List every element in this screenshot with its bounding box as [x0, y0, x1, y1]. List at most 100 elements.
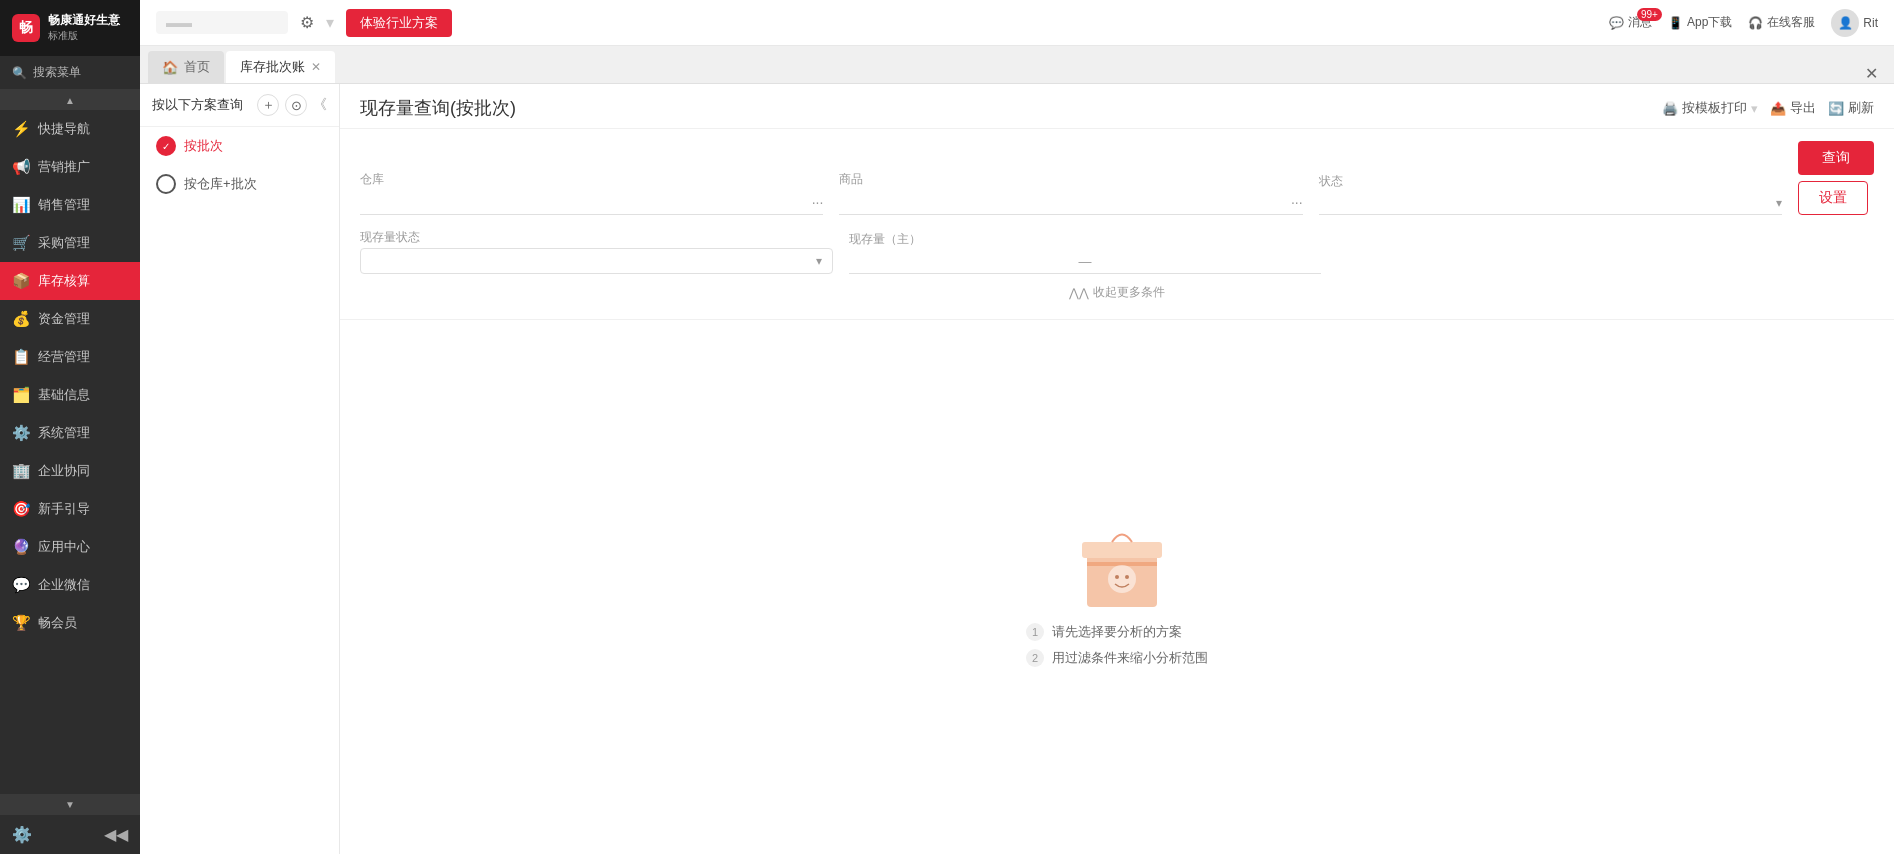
tip-text-1: 请先选择要分析的方案 — [1052, 623, 1182, 641]
purchase-icon: 🛒 — [12, 234, 30, 252]
sidebar-item-sales[interactable]: 📊 销售管理 — [0, 186, 140, 224]
status-select[interactable]: ▾ — [1319, 192, 1782, 215]
refresh-btn[interactable]: 🔄 刷新 — [1828, 99, 1874, 117]
app-download-btn[interactable]: 📱 App下载 — [1668, 14, 1732, 31]
topbar-gear-icon[interactable]: ⚙ — [300, 13, 314, 32]
product-more-icon[interactable]: ··· — [1291, 194, 1303, 210]
trial-btn[interactable]: 体验行业方案 — [346, 9, 452, 37]
scheme-add-btn[interactable]: ＋ — [257, 94, 279, 116]
sidebar-search[interactable]: 🔍 搜索菜单 — [0, 56, 140, 90]
stock-status-select[interactable]: ▾ — [360, 248, 833, 274]
empty-tip-1: 1 请先选择要分析的方案 — [1026, 623, 1208, 641]
sidebar-scroll-down[interactable]: ▼ — [0, 794, 140, 814]
scheme-item-batch-icon: ✓ — [156, 136, 176, 156]
sidebar-header: 畅 畅康通好生意 标准版 — [0, 0, 140, 56]
collapse-conditions[interactable]: ⋀⋀ 收起更多条件 — [360, 278, 1874, 307]
sidebar-item-appstore[interactable]: 🔮 应用中心 — [0, 528, 140, 566]
page-actions: 🖨️ 按模板打印 ▾ 📤 导出 🔄 刷新 — [1662, 99, 1874, 117]
tab-close-icon[interactable]: ✕ — [311, 60, 321, 74]
sidebar-item-label-system: 系统管理 — [38, 424, 90, 442]
stock-qty-from[interactable] — [849, 254, 1071, 269]
print-btn[interactable]: 🖨️ 按模板打印 ▾ — [1662, 99, 1758, 117]
sidebar-item-label-purchase: 采购管理 — [38, 234, 90, 252]
message-btn[interactable]: 💬 消息 99+ — [1609, 14, 1652, 31]
tab-panel-close-icon[interactable]: ✕ — [1857, 64, 1886, 83]
warehouse-input[interactable] — [360, 195, 808, 210]
scheme-item-warehouse-batch[interactable]: 按仓库+批次 — [140, 165, 339, 203]
settings-btn[interactable]: 设置 — [1798, 181, 1868, 215]
system-icon: ⚙️ — [12, 424, 30, 442]
topbar-search-input[interactable] — [198, 16, 278, 30]
sidebar-item-system[interactable]: ⚙️ 系统管理 — [0, 414, 140, 452]
search-icon: 🔍 — [12, 66, 27, 80]
warehouse-filter: 仓库 ··· — [360, 171, 823, 215]
tab-home-label: 首页 — [184, 58, 210, 76]
newbie-icon: 🎯 — [12, 500, 30, 518]
username: Rit — [1863, 16, 1878, 30]
sidebar-item-operations[interactable]: 📋 经营管理 — [0, 338, 140, 376]
topbar-actions: 💬 消息 99+ 📱 App下载 🎧 在线客服 👤 Rit — [1609, 9, 1878, 37]
sidebar-item-inventory[interactable]: 📦 库存核算 — [0, 262, 140, 300]
stock-qty-to[interactable] — [1100, 254, 1322, 269]
sidebar-item-wechat[interactable]: 💬 企业微信 — [0, 566, 140, 604]
action-buttons: 查询 设置 — [1798, 141, 1874, 215]
sidebar-item-newbie[interactable]: 🎯 新手引导 — [0, 490, 140, 528]
stock-qty-range: — — [849, 250, 1322, 274]
tip-text-2: 用过滤条件来缩小分析范围 — [1052, 649, 1208, 667]
collapse-up-icon: ⋀⋀ — [1069, 286, 1089, 300]
sidebar-item-enterprise[interactable]: 🏢 企业协同 — [0, 452, 140, 490]
quick-nav-icon: ⚡ — [12, 120, 30, 138]
empty-state: 1 请先选择要分析的方案 2 用过滤条件来缩小分析范围 — [340, 320, 1894, 854]
sidebar-item-purchase[interactable]: 🛒 采购管理 — [0, 224, 140, 262]
empty-tips: 1 请先选择要分析的方案 2 用过滤条件来缩小分析范围 — [1026, 623, 1208, 667]
export-btn[interactable]: 📤 导出 — [1770, 99, 1816, 117]
online-service-btn[interactable]: 🎧 在线客服 — [1748, 14, 1815, 31]
collapse-sidebar-icon[interactable]: ◀◀ — [104, 825, 128, 844]
sidebar-item-label-enterprise: 企业协同 — [38, 462, 90, 480]
sidebar-item-label-wechat: 企业微信 — [38, 576, 90, 594]
user-info[interactable]: 👤 Rit — [1831, 9, 1878, 37]
warehouse-more-icon[interactable]: ··· — [812, 194, 824, 210]
tab-batch-account[interactable]: 库存批次账 ✕ — [226, 51, 335, 83]
sidebar-item-marketing[interactable]: 📢 营销推广 — [0, 148, 140, 186]
scheme-collapse-icon[interactable]: 《 — [313, 96, 327, 114]
sidebar-item-quick-nav[interactable]: ⚡ 快捷导航 — [0, 110, 140, 148]
sidebar-item-label-sales: 销售管理 — [38, 196, 90, 214]
collapse-label: 收起更多条件 — [1093, 284, 1165, 301]
message-icon: 💬 — [1609, 16, 1624, 30]
finance-icon: 💰 — [12, 310, 30, 328]
print-arrow-icon[interactable]: ▾ — [1751, 101, 1758, 116]
inventory-icon: 📦 — [12, 272, 30, 290]
page-title: 现存量查询(按批次) — [360, 96, 516, 120]
product-input[interactable] — [839, 195, 1287, 210]
app-download-label: App下载 — [1687, 14, 1732, 31]
svg-point-3 — [1108, 565, 1136, 593]
enterprise-icon: 🏢 — [12, 462, 30, 480]
scheme-item-batch[interactable]: ✓ 按批次 — [140, 127, 339, 165]
sidebar-item-label-newbie: 新手引导 — [38, 500, 90, 518]
sidebar-item-label-inventory: 库存核算 — [38, 272, 90, 290]
dropdown-arrow-icon[interactable]: ▾ — [326, 13, 334, 32]
sales-icon: 📊 — [12, 196, 30, 214]
stock-status-filter: 现存量状态 ▾ — [360, 229, 833, 274]
right-content: 现存量查询(按批次) 🖨️ 按模板打印 ▾ 📤 导出 🔄 刷新 — [340, 84, 1894, 854]
sidebar-item-member[interactable]: 🏆 畅会员 — [0, 604, 140, 642]
sidebar-item-label-quick-nav: 快捷导航 — [38, 120, 90, 138]
export-icon: 📤 — [1770, 101, 1786, 116]
scheme-settings-btn[interactable]: ⊙ — [285, 94, 307, 116]
settings-icon[interactable]: ⚙️ — [12, 825, 32, 844]
headset-icon: 🎧 — [1748, 16, 1763, 30]
sidebar-item-finance[interactable]: 💰 资金管理 — [0, 300, 140, 338]
scheme-panel-title: 按以下方案查询 — [152, 96, 251, 114]
sidebar-item-base[interactable]: 🗂️ 基础信息 — [0, 376, 140, 414]
query-btn[interactable]: 查询 — [1798, 141, 1874, 175]
sidebar-item-label-base: 基础信息 — [38, 386, 90, 404]
topbar: ▬▬ ⚙ ▾ 体验行业方案 💬 消息 99+ 📱 App下载 🎧 在线客服 👤 … — [140, 0, 1894, 46]
refresh-icon: 🔄 — [1828, 101, 1844, 116]
sidebar-scroll-up[interactable]: ▲ — [0, 90, 140, 110]
scheme-item-wb-label: 按仓库+批次 — [184, 175, 257, 193]
tab-home[interactable]: 🏠 首页 — [148, 51, 224, 83]
topbar-search-box[interactable]: ▬▬ — [156, 11, 288, 34]
content-area: 按以下方案查询 ＋ ⊙ 《 ✓ 按批次 按仓库+批次 现存量查询(按批次) — [140, 84, 1894, 854]
page-header: 现存量查询(按批次) 🖨️ 按模板打印 ▾ 📤 导出 🔄 刷新 — [340, 84, 1894, 129]
